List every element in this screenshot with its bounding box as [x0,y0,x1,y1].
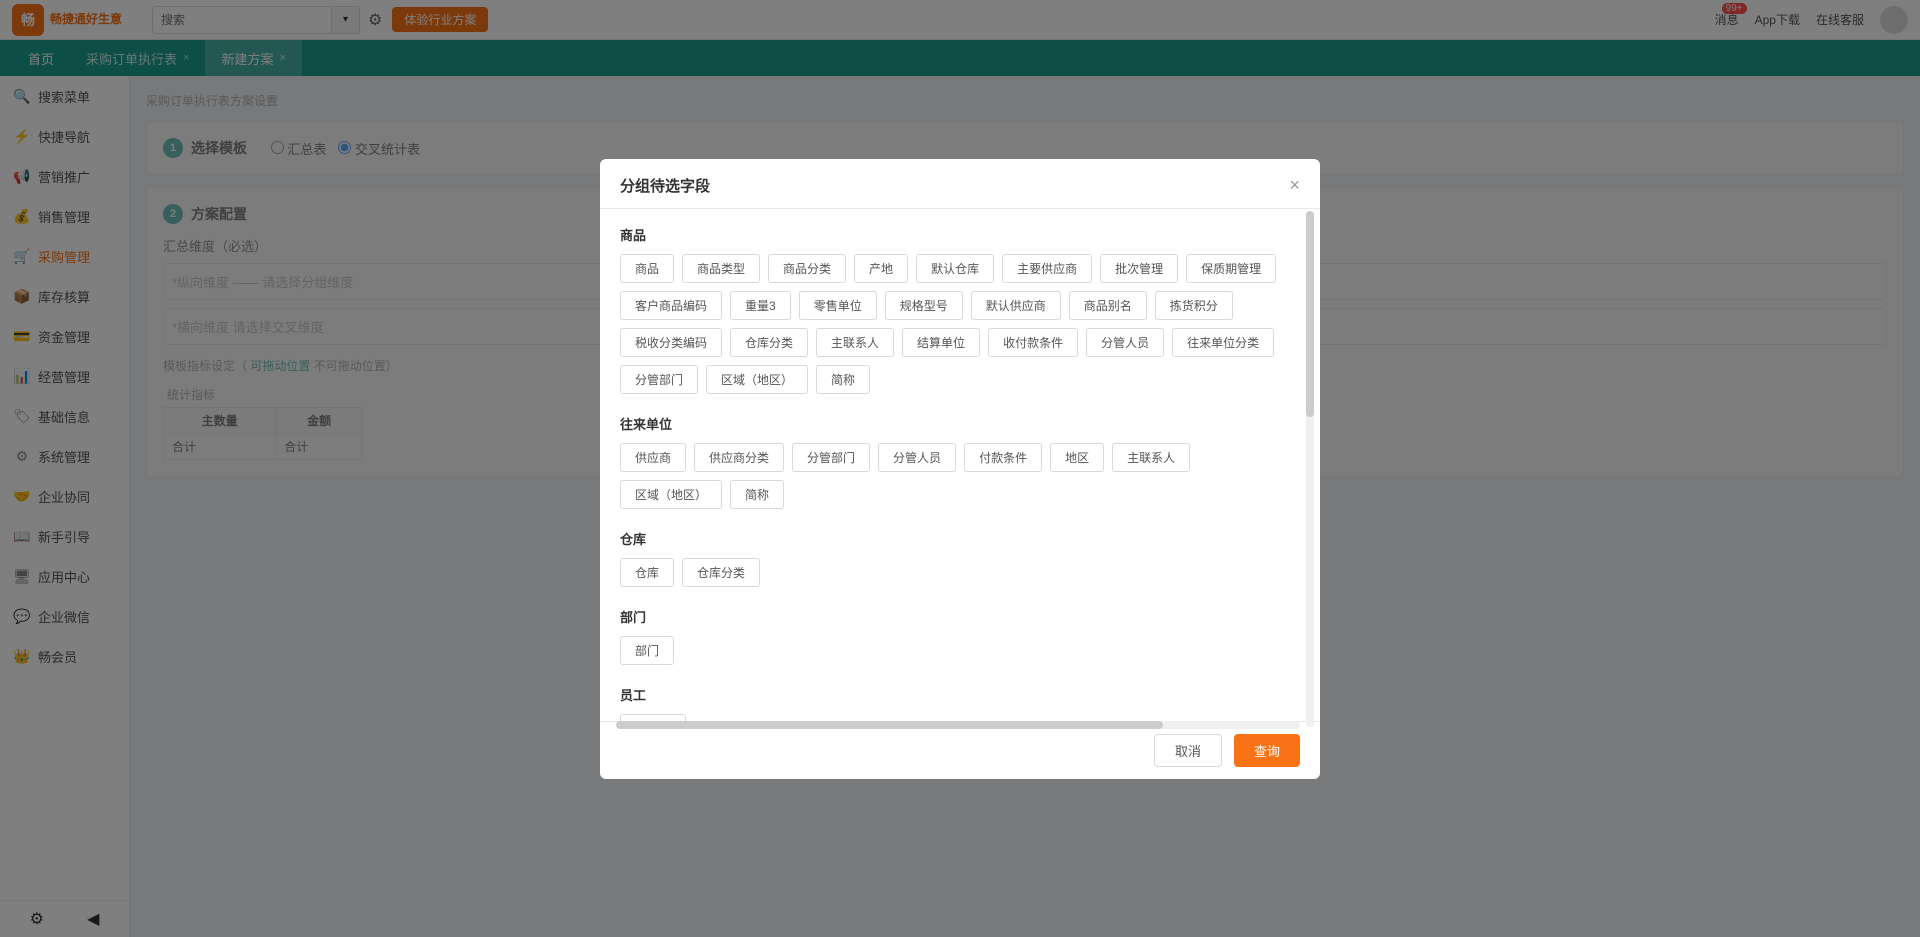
tag-goods-16[interactable]: 仓库分类 [730,328,808,357]
tag-goods-1[interactable]: 商品类型 [682,254,760,283]
tag-goods-24[interactable]: 简称 [816,365,870,394]
section-goods-title: 商品 [620,225,1300,244]
tag-goods-12[interactable]: 默认供应商 [971,291,1061,320]
tag-goods-20[interactable]: 分管人员 [1086,328,1164,357]
tag-partner-5[interactable]: 地区 [1050,443,1104,472]
tag-partner-6[interactable]: 主联系人 [1112,443,1190,472]
scrollbar-track [1306,211,1314,727]
tag-partner-4[interactable]: 付款条件 [964,443,1042,472]
tag-dept-0[interactable]: 部门 [620,636,674,665]
warehouse-tags: 仓库 仓库分类 [620,558,1300,587]
tag-goods-19[interactable]: 收付款条件 [988,328,1078,357]
section-goods: 商品 商品 商品类型 商品分类 产地 默认仓库 主要供应商 批次管理 保质期管理… [620,225,1300,394]
goods-tags: 商品 商品类型 商品分类 产地 默认仓库 主要供应商 批次管理 保质期管理 客户… [620,254,1300,394]
tag-goods-6[interactable]: 批次管理 [1100,254,1178,283]
tag-goods-11[interactable]: 规格型号 [885,291,963,320]
tag-goods-8[interactable]: 客户商品编码 [620,291,722,320]
section-warehouse-title: 仓库 [620,529,1300,548]
tag-partner-8[interactable]: 简称 [730,480,784,509]
field-select-modal: 分组待选字段 × 商品 商品 商品类型 商品分类 产地 默认仓库 主要供应商 批… [600,159,1320,779]
modal-overlay: 分组待选字段 × 商品 商品 商品类型 商品分类 产地 默认仓库 主要供应商 批… [0,0,1920,937]
tag-goods-7[interactable]: 保质期管理 [1186,254,1276,283]
partner-tags: 供应商 供应商分类 分管部门 分管人员 付款条件 地区 主联系人 区域（地区） … [620,443,1300,509]
section-department: 部门 部门 [620,607,1300,665]
tag-goods-13[interactable]: 商品别名 [1069,291,1147,320]
tag-emp-0[interactable]: 业务员 [620,714,686,721]
tag-goods-21[interactable]: 往来单位分类 [1172,328,1274,357]
tag-goods-15[interactable]: 税收分类编码 [620,328,722,357]
modal-footer: 取消 查询 [600,721,1320,779]
hscrollbar-track [616,721,1300,729]
section-employee: 员工 业务员 [620,685,1300,721]
tag-goods-17[interactable]: 主联系人 [816,328,894,357]
tag-goods-0[interactable]: 商品 [620,254,674,283]
tag-partner-2[interactable]: 分管部门 [792,443,870,472]
tag-partner-1[interactable]: 供应商分类 [694,443,784,472]
scrollbar-thumb[interactable] [1306,211,1314,417]
department-tags: 部门 [620,636,1300,665]
section-employee-title: 员工 [620,685,1300,704]
tag-goods-23[interactable]: 区域（地区） [706,365,808,394]
tag-partner-0[interactable]: 供应商 [620,443,686,472]
section-department-title: 部门 [620,607,1300,626]
modal-cancel-btn[interactable]: 取消 [1154,734,1222,767]
tag-goods-5[interactable]: 主要供应商 [1002,254,1092,283]
tag-goods-2[interactable]: 商品分类 [768,254,846,283]
tag-partner-7[interactable]: 区域（地区） [620,480,722,509]
tag-goods-22[interactable]: 分管部门 [620,365,698,394]
tag-goods-18[interactable]: 结算单位 [902,328,980,357]
section-partner: 往来单位 供应商 供应商分类 分管部门 分管人员 付款条件 地区 主联系人 区域… [620,414,1300,509]
tag-goods-9[interactable]: 重量3 [730,291,791,320]
tag-goods-4[interactable]: 默认仓库 [916,254,994,283]
employee-tags: 业务员 [620,714,1300,721]
tag-goods-10[interactable]: 零售单位 [799,291,877,320]
modal-title: 分组待选字段 [620,175,710,196]
tag-goods-14[interactable]: 拣货积分 [1155,291,1233,320]
modal-header: 分组待选字段 × [600,159,1320,209]
section-partner-title: 往来单位 [620,414,1300,433]
modal-confirm-btn[interactable]: 查询 [1234,734,1300,767]
section-warehouse: 仓库 仓库 仓库分类 [620,529,1300,587]
tag-partner-3[interactable]: 分管人员 [878,443,956,472]
tag-warehouse-0[interactable]: 仓库 [620,558,674,587]
tag-warehouse-1[interactable]: 仓库分类 [682,558,760,587]
tag-goods-3[interactable]: 产地 [854,254,908,283]
modal-body: 商品 商品 商品类型 商品分类 产地 默认仓库 主要供应商 批次管理 保质期管理… [600,209,1320,721]
hscrollbar-thumb[interactable] [616,721,1163,729]
modal-close-btn[interactable]: × [1289,176,1300,194]
